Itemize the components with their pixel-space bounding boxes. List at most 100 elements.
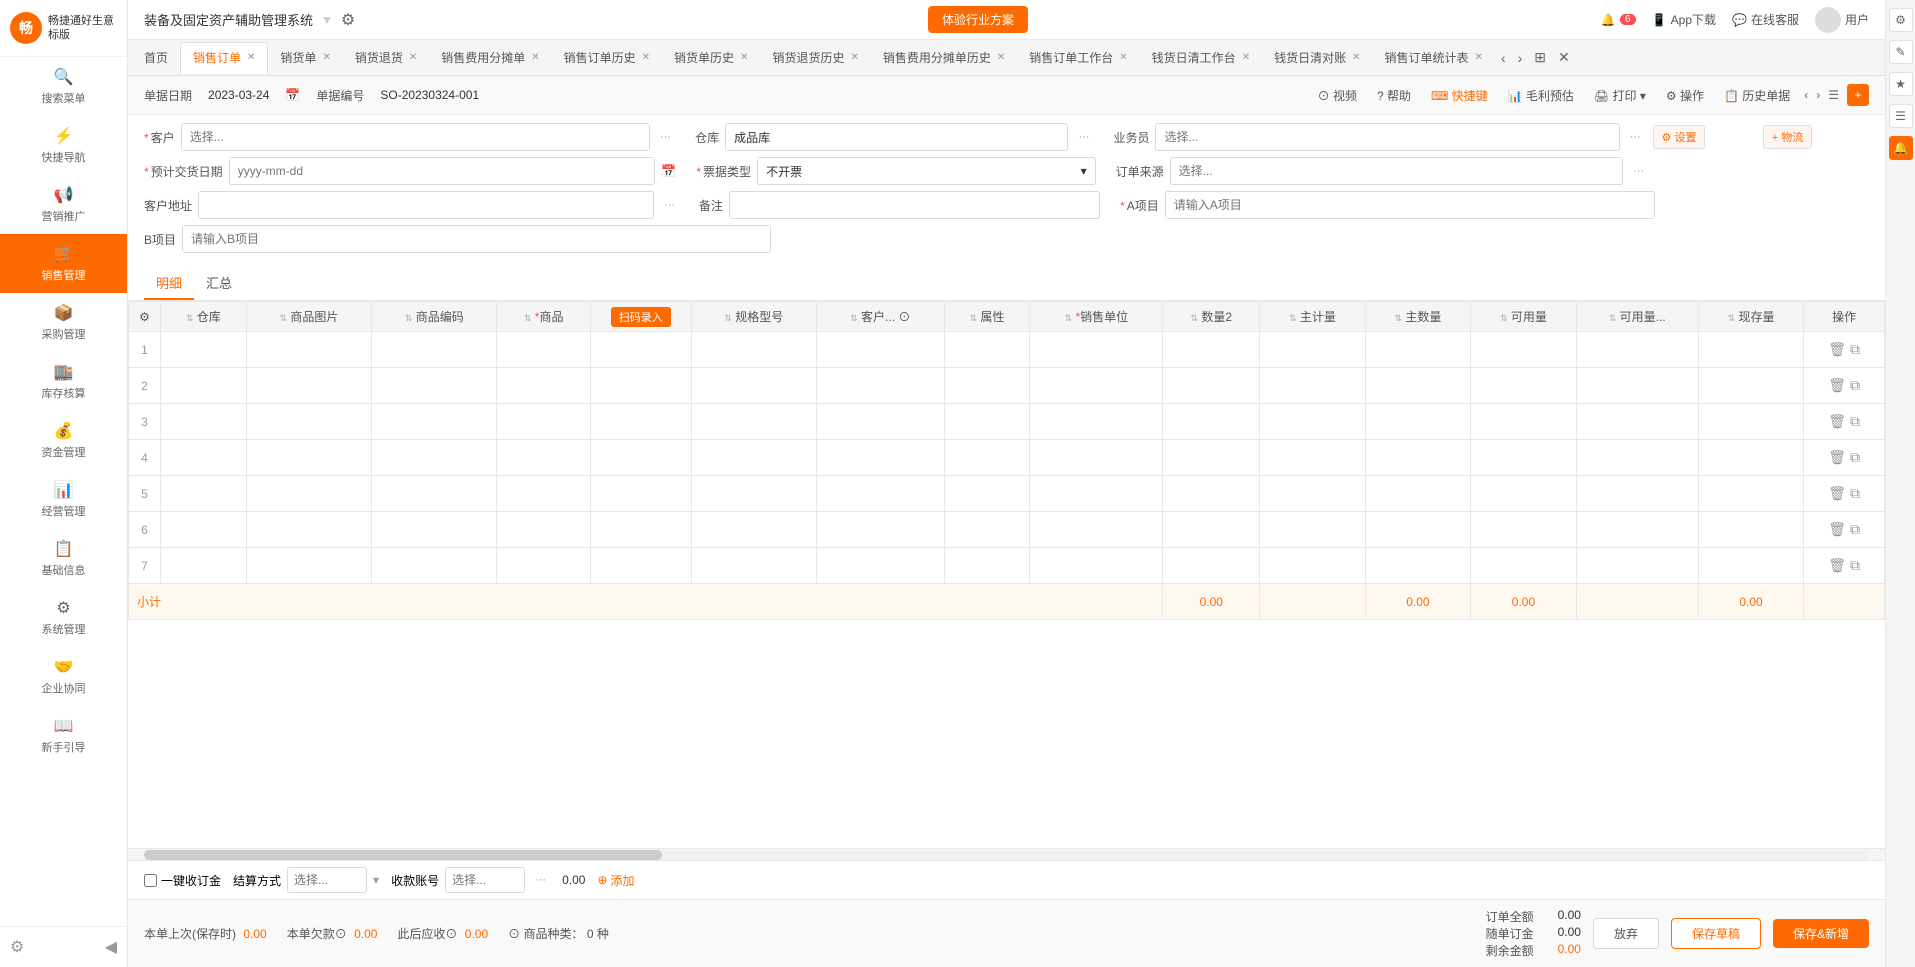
row-stock-7[interactable] xyxy=(1698,548,1804,584)
detail-tab-0[interactable]: 明细 xyxy=(144,267,194,300)
row-attr-1[interactable] xyxy=(944,332,1030,368)
row-cust-code-7[interactable] xyxy=(817,548,945,584)
row-spec-3[interactable] xyxy=(691,404,816,440)
col-gear[interactable]: ⚙ xyxy=(129,302,161,332)
row-attr-4[interactable] xyxy=(944,440,1030,476)
tab-item-6[interactable]: 销货单历史✕ xyxy=(662,42,760,74)
row-spec-6[interactable] xyxy=(691,512,816,548)
row-delete-2[interactable]: 🗑 xyxy=(1828,377,1846,394)
row-warehouse-5[interactable] xyxy=(161,476,247,512)
row-main-qty-2[interactable] xyxy=(1365,368,1471,404)
row-goods-5[interactable] xyxy=(497,476,590,512)
warehouse-more-btn[interactable]: ··· xyxy=(1074,131,1093,143)
nav-next-btn[interactable]: › xyxy=(1816,88,1820,102)
sidebar-item-4[interactable]: 📦采购管理 xyxy=(0,293,127,352)
payment-method-input[interactable] xyxy=(287,867,367,893)
right-icon-view[interactable]: ☰ xyxy=(1889,104,1913,128)
row-avail2-3[interactable] xyxy=(1576,404,1698,440)
order-source-input[interactable] xyxy=(1170,157,1623,185)
row-cust-code-3[interactable] xyxy=(817,404,945,440)
sidebar-item-9[interactable]: ⚙系统管理 xyxy=(0,588,127,647)
delivery-date-input[interactable] xyxy=(229,157,656,185)
list-view-btn[interactable]: ☰ xyxy=(1828,88,1839,102)
row-spec-1[interactable] xyxy=(691,332,816,368)
row-avail-3[interactable] xyxy=(1471,404,1577,440)
collapse-icon[interactable]: ◀ xyxy=(105,937,117,957)
tab-item-12[interactable]: 销售订单统计表✕ xyxy=(1372,42,1494,74)
row-warehouse-2[interactable] xyxy=(161,368,247,404)
row-qty2-7[interactable] xyxy=(1163,548,1260,584)
row-copy-5[interactable]: ⧉ xyxy=(1850,485,1860,502)
tab-close-12[interactable]: ✕ xyxy=(1475,52,1483,63)
row-attr-7[interactable] xyxy=(944,548,1030,584)
row-qty2-6[interactable] xyxy=(1163,512,1260,548)
row-attr-5[interactable] xyxy=(944,476,1030,512)
row-attr-6[interactable] xyxy=(944,512,1030,548)
sidebar-item-11[interactable]: 📖新手引导 xyxy=(0,706,127,765)
row-code-2[interactable] xyxy=(372,368,497,404)
row-qty2-5[interactable] xyxy=(1163,476,1260,512)
tab-item-11[interactable]: 钱货日清对账✕ xyxy=(1262,42,1372,74)
profit-btn[interactable]: 📊 毛利预估 xyxy=(1502,85,1580,106)
row-main-unit-1[interactable] xyxy=(1260,332,1366,368)
history-btn[interactable]: 📋 历史单据 xyxy=(1718,85,1796,106)
row-avail-1[interactable] xyxy=(1471,332,1577,368)
row-code-6[interactable] xyxy=(372,512,497,548)
row-scan-3[interactable] xyxy=(590,404,691,440)
shortcut-btn[interactable]: ⌨ 快捷键 xyxy=(1425,85,1494,106)
tab-close-8[interactable]: ✕ xyxy=(997,52,1005,63)
tab-item-5[interactable]: 销售订单历史✕ xyxy=(552,42,662,74)
sidebar-item-7[interactable]: 📊经营管理 xyxy=(0,470,127,529)
row-avail-7[interactable] xyxy=(1471,548,1577,584)
nav-prev-btn[interactable]: ‹ xyxy=(1804,88,1808,102)
row-image-4[interactable] xyxy=(246,440,371,476)
right-icon-star[interactable]: ★ xyxy=(1889,72,1913,96)
row-cust-code-5[interactable] xyxy=(817,476,945,512)
row-cust-code-4[interactable] xyxy=(817,440,945,476)
a-project-input[interactable] xyxy=(1165,191,1655,219)
row-avail-5[interactable] xyxy=(1471,476,1577,512)
tab-item-4[interactable]: 销售费用分摊单✕ xyxy=(429,42,551,74)
row-goods-1[interactable] xyxy=(497,332,590,368)
row-spec-2[interactable] xyxy=(691,368,816,404)
tab-close-2[interactable]: ✕ xyxy=(322,52,330,63)
customer-input[interactable] xyxy=(181,123,650,151)
row-avail2-1[interactable] xyxy=(1576,332,1698,368)
row-avail2-7[interactable] xyxy=(1576,548,1698,584)
row-image-6[interactable] xyxy=(246,512,371,548)
tab-close-9[interactable]: ✕ xyxy=(1119,52,1127,63)
row-stock-6[interactable] xyxy=(1698,512,1804,548)
remark-input[interactable] xyxy=(729,191,1100,219)
scrollbar-thumb[interactable] xyxy=(144,850,662,860)
tab-close-4[interactable]: ✕ xyxy=(531,52,539,63)
row-delete-4[interactable]: 🗑 xyxy=(1828,449,1846,466)
row-qty2-3[interactable] xyxy=(1163,404,1260,440)
row-image-1[interactable] xyxy=(246,332,371,368)
row-copy-3[interactable]: ⧉ xyxy=(1850,413,1860,430)
sidebar-item-3[interactable]: 🛒销售管理 xyxy=(0,234,127,293)
row-code-5[interactable] xyxy=(372,476,497,512)
tab-next-btn[interactable]: › xyxy=(1512,50,1529,66)
new-btn[interactable]: + xyxy=(1847,84,1869,106)
row-avail2-6[interactable] xyxy=(1576,512,1698,548)
row-unit-7[interactable] xyxy=(1030,548,1163,584)
tab-close-3[interactable]: ✕ xyxy=(409,52,417,63)
horizontal-scrollbar[interactable] xyxy=(128,848,1885,860)
app-download-link[interactable]: 📱 App下载 xyxy=(1652,11,1716,28)
row-stock-1[interactable] xyxy=(1698,332,1804,368)
row-avail2-5[interactable] xyxy=(1576,476,1698,512)
right-icon-settings[interactable]: ⚙ xyxy=(1889,8,1913,32)
tab-close-7[interactable]: ✕ xyxy=(850,52,858,63)
row-scan-5[interactable] xyxy=(590,476,691,512)
one-click-input[interactable] xyxy=(144,874,157,887)
row-delete-6[interactable]: 🗑 xyxy=(1828,521,1846,538)
row-spec-5[interactable] xyxy=(691,476,816,512)
user-menu[interactable]: 用户 xyxy=(1815,7,1869,33)
row-code-7[interactable] xyxy=(372,548,497,584)
row-avail-4[interactable] xyxy=(1471,440,1577,476)
customer-more-btn[interactable]: ··· xyxy=(656,131,675,143)
customer-addr-input[interactable] xyxy=(198,191,654,219)
row-stock-5[interactable] xyxy=(1698,476,1804,512)
row-delete-3[interactable]: 🗑 xyxy=(1828,413,1846,430)
row-main-qty-7[interactable] xyxy=(1365,548,1471,584)
